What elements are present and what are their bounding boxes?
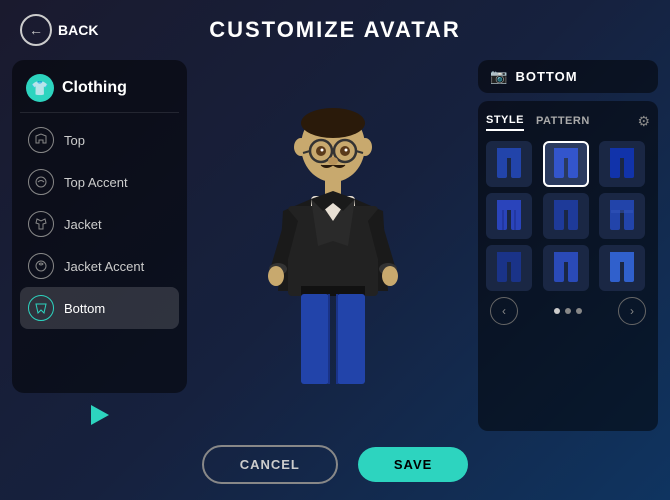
avatar-svg xyxy=(233,91,433,401)
sidebar-item-bottom[interactable]: Bottom xyxy=(20,287,179,329)
clothing-section: 👕 Clothing Top xyxy=(12,60,187,393)
style-item-1[interactable] xyxy=(486,141,532,187)
bottom-label: Bottom xyxy=(64,301,105,316)
sidebar-item-jacket-accent[interactable]: Jacket Accent xyxy=(20,245,179,287)
style-grid xyxy=(486,141,650,291)
top-icon xyxy=(28,127,54,153)
next-arrow-container xyxy=(12,399,187,431)
nav-dots xyxy=(554,308,582,314)
header: ← BACK CUSTOMIZE AVATAR xyxy=(0,0,670,60)
bottom-bar: CANCEL SAVE xyxy=(0,431,670,500)
sidebar-item-top[interactable]: Top xyxy=(20,119,179,161)
style-item-4[interactable] xyxy=(486,193,532,239)
panel-header: 📷 BOTTOM xyxy=(478,60,658,93)
panel-tabs: STYLE PATTERN ⚙ xyxy=(486,111,650,131)
nav-dot-3 xyxy=(576,308,582,314)
next-arrow-button[interactable] xyxy=(91,405,109,425)
sidebar-item-top-accent[interactable]: Top Accent xyxy=(20,161,179,203)
page-title: CUSTOMIZE AVATAR xyxy=(209,17,461,43)
save-button[interactable]: SAVE xyxy=(358,447,468,482)
bottom-icon xyxy=(28,295,54,321)
tab-style[interactable]: STYLE xyxy=(486,111,524,131)
jacket-label: Jacket xyxy=(64,217,102,232)
style-item-6[interactable] xyxy=(599,193,645,239)
back-button[interactable]: ← BACK xyxy=(20,14,98,46)
customize-avatar-page: ← BACK CUSTOMIZE AVATAR 👕 Clothing xyxy=(0,0,670,500)
avatar-container xyxy=(223,86,443,406)
style-item-8[interactable] xyxy=(543,245,589,291)
nav-dot-1 xyxy=(554,308,560,314)
top-accent-icon xyxy=(28,169,54,195)
avatar-center xyxy=(197,60,468,431)
panel-nav: ‹ › xyxy=(486,291,650,325)
panel-header-icon: 📷 xyxy=(490,68,507,85)
clothing-header: 👕 Clothing xyxy=(20,70,179,113)
style-item-2[interactable] xyxy=(543,141,589,187)
clothing-icon: 👕 xyxy=(26,74,54,102)
right-panel: 📷 BOTTOM STYLE PATTERN ⚙ xyxy=(478,60,658,431)
nav-dot-2 xyxy=(565,308,571,314)
main-content: 👕 Clothing Top xyxy=(0,60,670,431)
back-label: BACK xyxy=(58,22,98,38)
style-item-5[interactable] xyxy=(543,193,589,239)
next-page-button[interactable]: › xyxy=(618,297,646,325)
style-item-3[interactable] xyxy=(599,141,645,187)
tab-pattern[interactable]: PATTERN xyxy=(536,112,590,130)
style-item-7[interactable] xyxy=(486,245,532,291)
pattern-settings-icon[interactable]: ⚙ xyxy=(637,113,650,130)
prev-page-button[interactable]: ‹ xyxy=(490,297,518,325)
clothing-title: Clothing xyxy=(62,79,127,97)
top-label: Top xyxy=(64,133,85,148)
cancel-button[interactable]: CANCEL xyxy=(202,445,338,484)
back-circle-icon: ← xyxy=(20,14,52,46)
jacket-accent-icon xyxy=(28,253,54,279)
panel-body: STYLE PATTERN ⚙ xyxy=(478,101,658,431)
top-accent-label: Top Accent xyxy=(64,175,128,190)
jacket-icon xyxy=(28,211,54,237)
sidebar: 👕 Clothing Top xyxy=(12,60,187,431)
sidebar-item-jacket[interactable]: Jacket xyxy=(20,203,179,245)
panel-title: BOTTOM xyxy=(515,69,577,84)
style-item-9[interactable] xyxy=(599,245,645,291)
jacket-accent-label: Jacket Accent xyxy=(64,259,144,274)
